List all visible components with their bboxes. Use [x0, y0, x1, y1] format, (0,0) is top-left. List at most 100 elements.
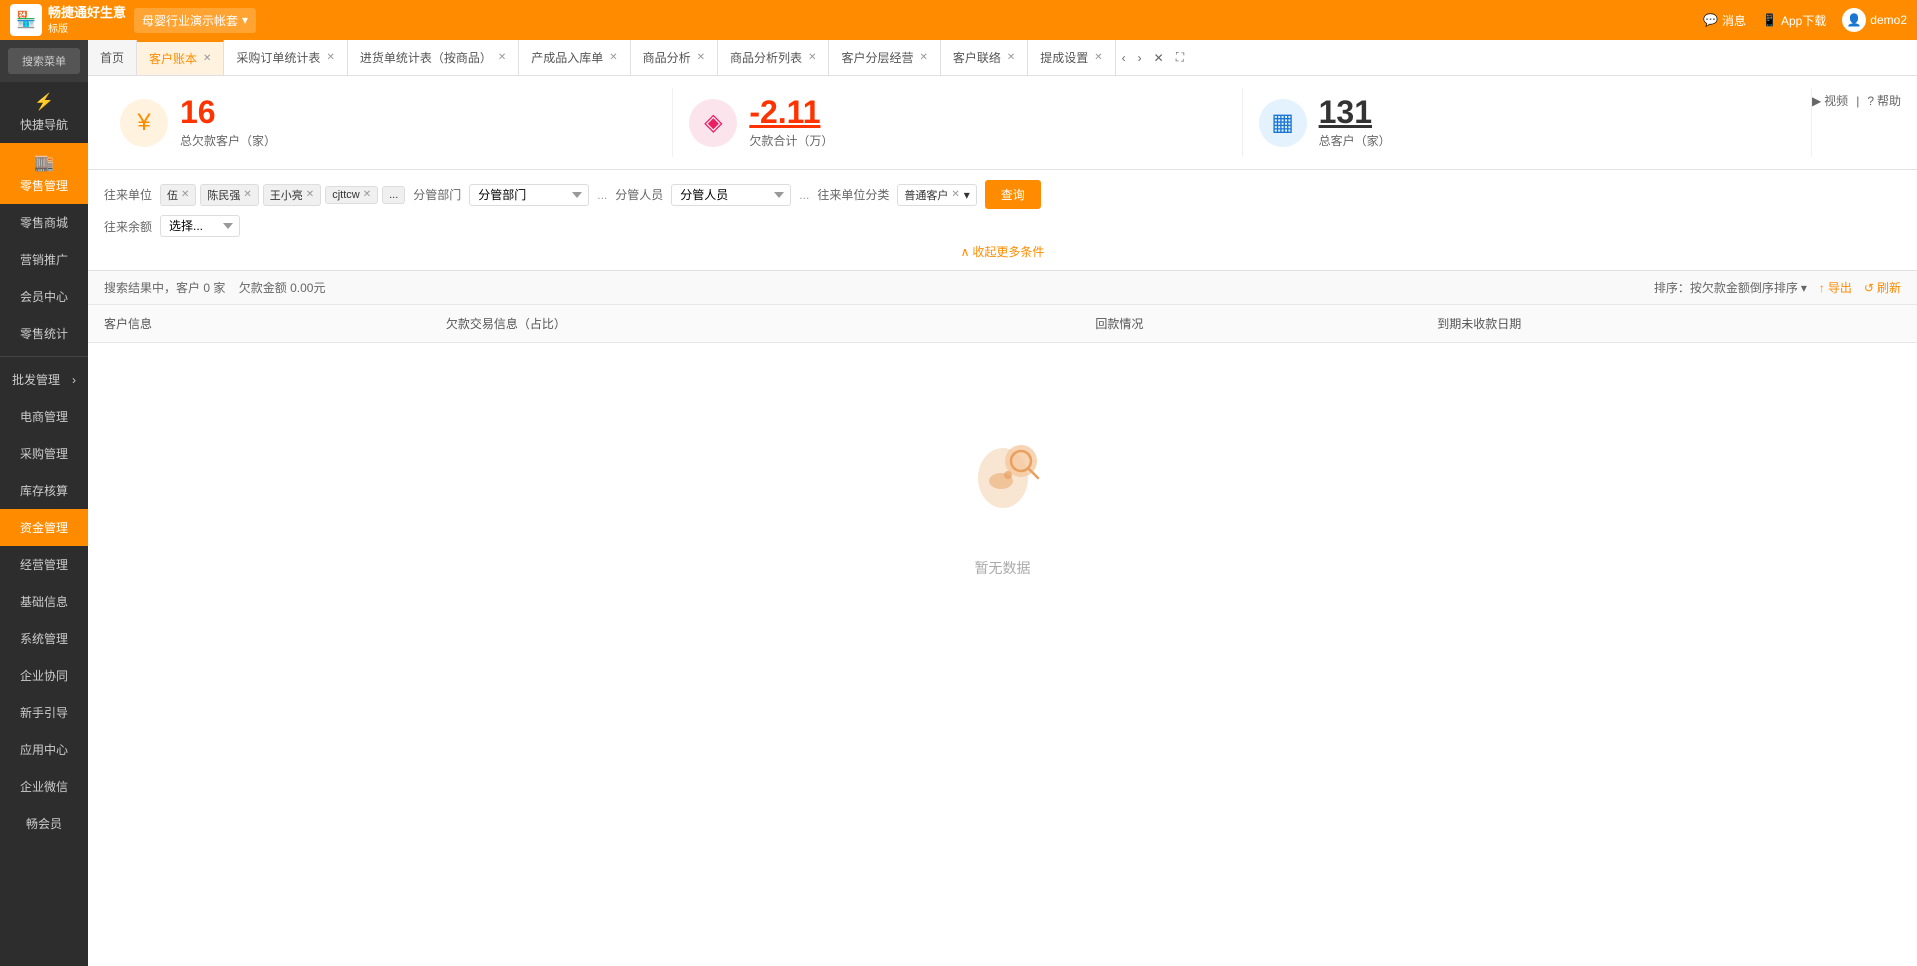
sort-button[interactable]: 排序：按欠款金额倒序排序 ▾	[1654, 279, 1807, 296]
tab-nav-close-all[interactable]: ✕	[1148, 40, 1170, 76]
sidebar-item-marketing[interactable]: 营销推广	[0, 241, 88, 278]
person-filter-select[interactable]: 分管人员	[671, 184, 791, 206]
tab-home-label: 首页	[100, 49, 124, 66]
sidebar-item-new-guide[interactable]: 新手引导	[0, 694, 88, 731]
tab-customer-accounts-close[interactable]: ✕	[203, 53, 211, 64]
tab-customer-contact-label: 客户联络	[953, 49, 1001, 66]
sidebar-item-retail-management[interactable]: 🏬 零售管理	[0, 143, 88, 204]
unit-tag-more[interactable]: ...	[382, 186, 405, 204]
query-button[interactable]: 查询	[985, 180, 1041, 209]
total-customers-label: 总客户（家）	[1319, 132, 1391, 149]
org-selector[interactable]: 母婴行业演示帐套 ▾	[134, 8, 256, 33]
tab-nav-prev[interactable]: ‹	[1116, 40, 1132, 76]
unit-tag-cjttcw-close[interactable]: ✕	[363, 189, 371, 200]
tab-home[interactable]: 首页	[88, 40, 137, 76]
unit-filter-tags: 伍 ✕ 陈民强 ✕ 王小亮 ✕	[160, 184, 405, 206]
tab-promotion-settings-close[interactable]: ✕	[1094, 52, 1102, 63]
tab-product-analysis-close[interactable]: ✕	[697, 52, 705, 63]
sidebar-divider-1	[0, 356, 88, 357]
sidebar-item-label-retail-mall: 零售商城	[20, 214, 68, 231]
tab-customer-accounts[interactable]: 客户账本 ✕	[137, 40, 224, 76]
sidebar-item-label-marketing: 营销推广	[20, 251, 68, 268]
unit-category-tag-close[interactable]: ✕	[951, 189, 959, 200]
divider: |	[1856, 94, 1859, 108]
tab-product-cost[interactable]: 产成品入库单 ✕	[519, 40, 630, 76]
unit-category-tag[interactable]: 普通客户 ✕	[904, 187, 959, 203]
dept-more-btn[interactable]: ...	[597, 188, 607, 202]
sidebar-item-member-center[interactable]: 会员中心	[0, 278, 88, 315]
tab-nav-next[interactable]: ›	[1132, 40, 1148, 76]
unit-tag-wang-close[interactable]: ✕	[306, 189, 314, 200]
tab-product-analysis[interactable]: 商品分析 ✕	[631, 40, 718, 76]
balance-filter-select[interactable]: 选择...	[160, 215, 240, 237]
sidebar-item-enterprise-wechat[interactable]: 企业微信	[0, 768, 88, 805]
chevron-up-icon: ∧	[961, 245, 970, 259]
unit-tag-wang-label: 王小亮	[270, 187, 303, 203]
tab-nav-expand[interactable]: ⛶	[1170, 40, 1190, 76]
sidebar-item-fund[interactable]: 资金管理	[0, 509, 88, 546]
tab-promotion-settings-label: 提成设置	[1040, 49, 1088, 66]
total-customers-number: 131	[1319, 96, 1391, 128]
unit-tag-wu[interactable]: 伍 ✕	[160, 184, 196, 206]
sidebar-item-wholesale[interactable]: 批发管理 ›	[0, 361, 88, 398]
tab-bar: 首页 客户账本 ✕ 采购订单统计表 ✕ 进货单统计表（按商品） ✕ 产成品入库单…	[88, 40, 1917, 76]
unit-tag-chen[interactable]: 陈民强 ✕	[200, 184, 258, 206]
stat-text-credit-amount: -2.11 欠款合计（万）	[749, 96, 833, 149]
video-icon: ▶	[1812, 94, 1821, 108]
tab-customer-segment-close[interactable]: ✕	[919, 52, 927, 63]
sidebar-search-area: 搜索菜单	[0, 40, 88, 82]
user-profile-button[interactable]: 👤 demo2	[1842, 8, 1907, 32]
tab-product-analysis-list-close[interactable]: ✕	[808, 52, 816, 63]
quick-nav-item[interactable]: ⚡ 快捷导航	[0, 82, 88, 143]
sidebar: 搜索菜单 ⚡ 快捷导航 🏬 零售管理 零售商城 营销推广 会员中心 零售统计	[0, 40, 88, 966]
sidebar-item-operations[interactable]: 经营管理	[0, 546, 88, 583]
sidebar-item-label-new-guide: 新手引导	[20, 704, 68, 721]
sidebar-item-retail-stats[interactable]: 零售统计	[0, 315, 88, 352]
unit-tag-wang[interactable]: 王小亮 ✕	[263, 184, 321, 206]
unit-tag-wu-close[interactable]: ✕	[181, 189, 189, 200]
person-more-btn[interactable]: ...	[799, 188, 809, 202]
tab-customer-contact-close[interactable]: ✕	[1007, 52, 1015, 63]
unit-filter-label: 往来单位	[104, 186, 152, 203]
tab-purchase-order[interactable]: 采购订单统计表 ✕	[224, 40, 347, 76]
logo-sub: 标版	[48, 20, 126, 35]
results-bar-left: 搜索结果中，客户 0 家 欠款金额 0.00元	[104, 279, 325, 296]
tab-customer-segment[interactable]: 客户分层经营 ✕	[829, 40, 940, 76]
stat-card-credit-customers: ¥ 16 总欠款客户（家）	[104, 88, 673, 157]
help-btn[interactable]: ? 帮助	[1867, 92, 1901, 109]
tab-purchase-order-close[interactable]: ✕	[326, 52, 334, 63]
unit-category-dropdown-icon: ▾	[964, 188, 970, 202]
tab-purchase-order-label: 采购订单统计表	[236, 49, 320, 66]
unit-tag-cjttcw[interactable]: cjttcw ✕	[325, 186, 378, 204]
sidebar-item-app-center[interactable]: 应用中心	[0, 731, 88, 768]
tab-purchase-stats[interactable]: 进货单统计表（按商品） ✕	[348, 40, 519, 76]
sidebar-item-ecommerce[interactable]: 电商管理	[0, 398, 88, 435]
dept-filter-select[interactable]: 分管部门	[469, 184, 589, 206]
sidebar-item-purchase[interactable]: 采购管理	[0, 435, 88, 472]
video-btn[interactable]: ▶ 视频	[1812, 92, 1848, 109]
export-button[interactable]: ↑ 导出	[1819, 279, 1852, 296]
tab-customer-contact[interactable]: 客户联络 ✕	[941, 40, 1028, 76]
chevron-down-icon: ▾	[242, 13, 248, 27]
app-download-button[interactable]: 📱 App下载	[1762, 12, 1826, 29]
unit-category-selector[interactable]: 普通客户 ✕ ▾	[897, 184, 976, 206]
unit-tag-chen-close[interactable]: ✕	[243, 189, 251, 200]
dept-filter-label: 分管部门	[413, 186, 461, 203]
balance-filter-label: 往来余额	[104, 218, 152, 235]
empty-text: 暂无数据	[975, 558, 1031, 578]
sidebar-item-enterprise-coop[interactable]: 企业协同	[0, 657, 88, 694]
tab-promotion-settings[interactable]: 提成设置 ✕	[1028, 40, 1115, 76]
sidebar-item-system[interactable]: 系统管理	[0, 620, 88, 657]
sidebar-item-vip[interactable]: 畅会员	[0, 805, 88, 842]
collapse-btn[interactable]: ∧ 收起更多条件	[104, 243, 1901, 260]
tab-purchase-stats-close[interactable]: ✕	[498, 52, 506, 63]
refresh-button[interactable]: ↺ 刷新	[1864, 279, 1901, 296]
sidebar-item-inventory[interactable]: 库存核算	[0, 472, 88, 509]
sidebar-item-basic-info[interactable]: 基础信息	[0, 583, 88, 620]
message-label: 消息	[1722, 12, 1746, 29]
tab-product-analysis-list[interactable]: 商品分析列表 ✕	[718, 40, 829, 76]
search-menu-button[interactable]: 搜索菜单	[8, 48, 80, 74]
tab-product-cost-close[interactable]: ✕	[609, 52, 617, 63]
message-button[interactable]: 💬 消息	[1703, 12, 1746, 29]
sidebar-item-retail-mall[interactable]: 零售商城	[0, 204, 88, 241]
